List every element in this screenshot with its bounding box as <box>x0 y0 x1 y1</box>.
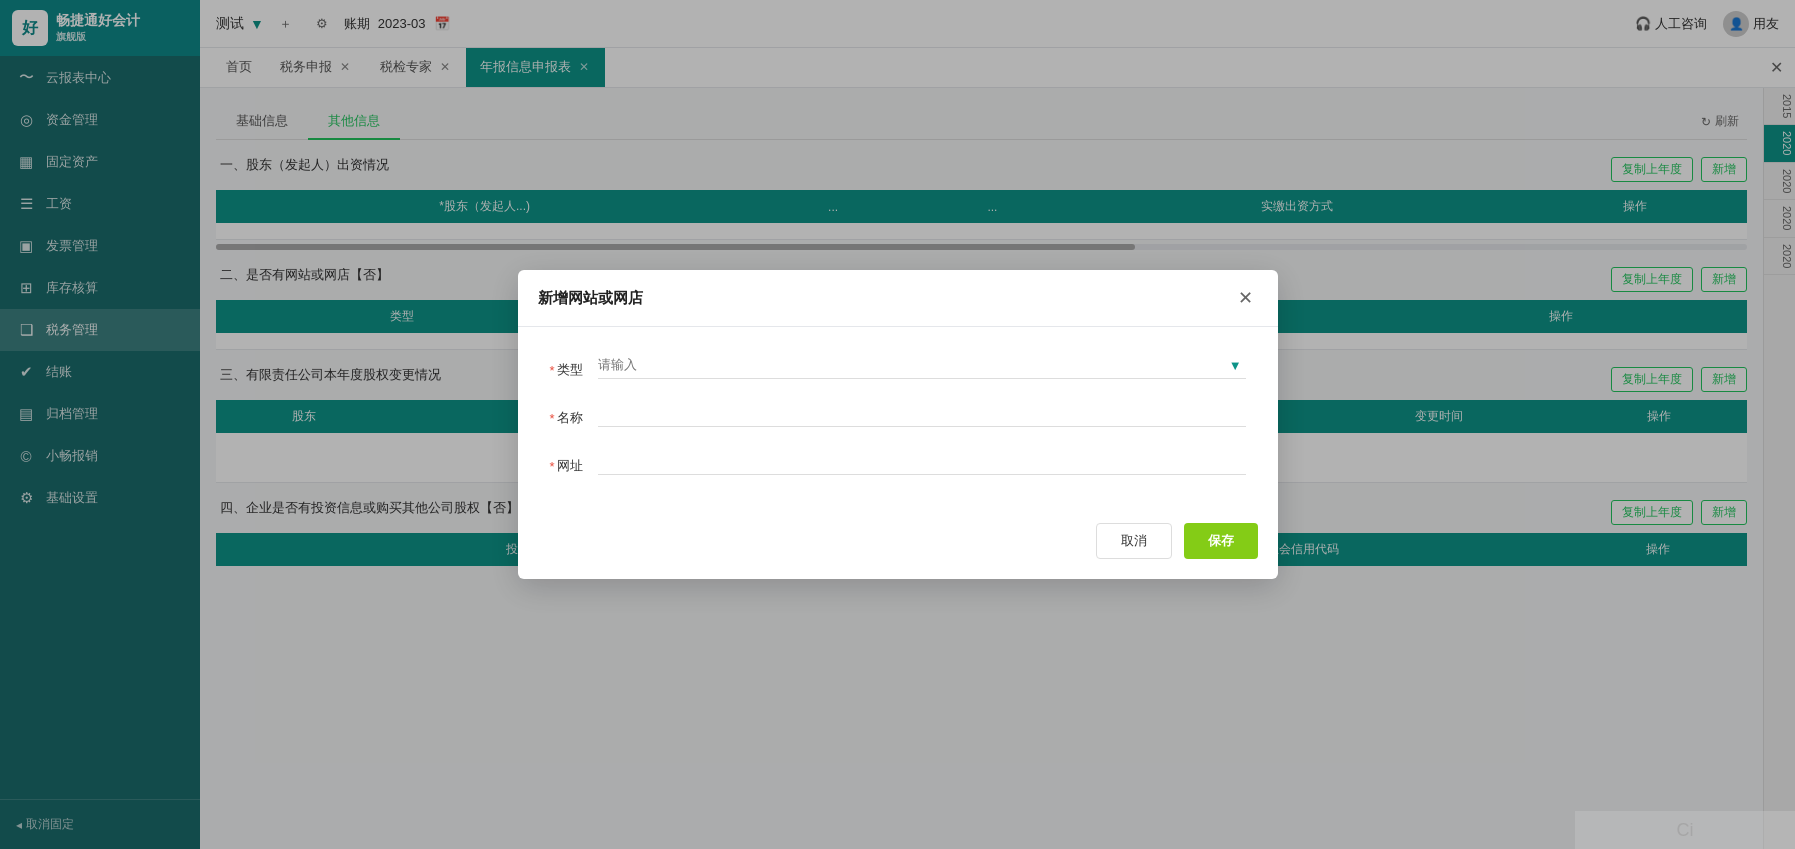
type-field: ▼ <box>598 351 1246 379</box>
url-field <box>598 447 1246 475</box>
dialog-body: * 类型 ▼ * 名称 <box>518 327 1278 511</box>
url-input[interactable] <box>598 447 1246 475</box>
dialog-footer: 取消 保存 <box>518 511 1278 579</box>
name-input[interactable] <box>598 399 1246 427</box>
dialog-add-website: 新增网站或网店 ✕ * 类型 ▼ * <box>518 270 1278 579</box>
dialog-overlay: 新增网站或网店 ✕ * 类型 ▼ * <box>0 0 1795 849</box>
form-row-type: * 类型 ▼ <box>550 351 1246 379</box>
type-label: * 类型 <box>550 361 586 379</box>
required-star2: * <box>550 411 555 426</box>
dialog-title: 新增网站或网店 <box>538 289 643 308</box>
name-label: * 名称 <box>550 409 586 427</box>
type-select-wrapper: ▼ <box>598 351 1246 379</box>
required-star3: * <box>550 459 555 474</box>
url-label: * 网址 <box>550 457 586 475</box>
dialog-close-button[interactable]: ✕ <box>1234 286 1258 310</box>
required-star: * <box>550 363 555 378</box>
cancel-button[interactable]: 取消 <box>1096 523 1172 559</box>
bottom-watermark: Ci <box>1575 811 1795 849</box>
form-row-url: * 网址 <box>550 447 1246 475</box>
name-field <box>598 399 1246 427</box>
form-row-name: * 名称 <box>550 399 1246 427</box>
save-button[interactable]: 保存 <box>1184 523 1258 559</box>
watermark-text: Ci <box>1677 820 1694 841</box>
type-select[interactable] <box>598 351 1246 378</box>
dialog-header: 新增网站或网店 ✕ <box>518 270 1278 327</box>
